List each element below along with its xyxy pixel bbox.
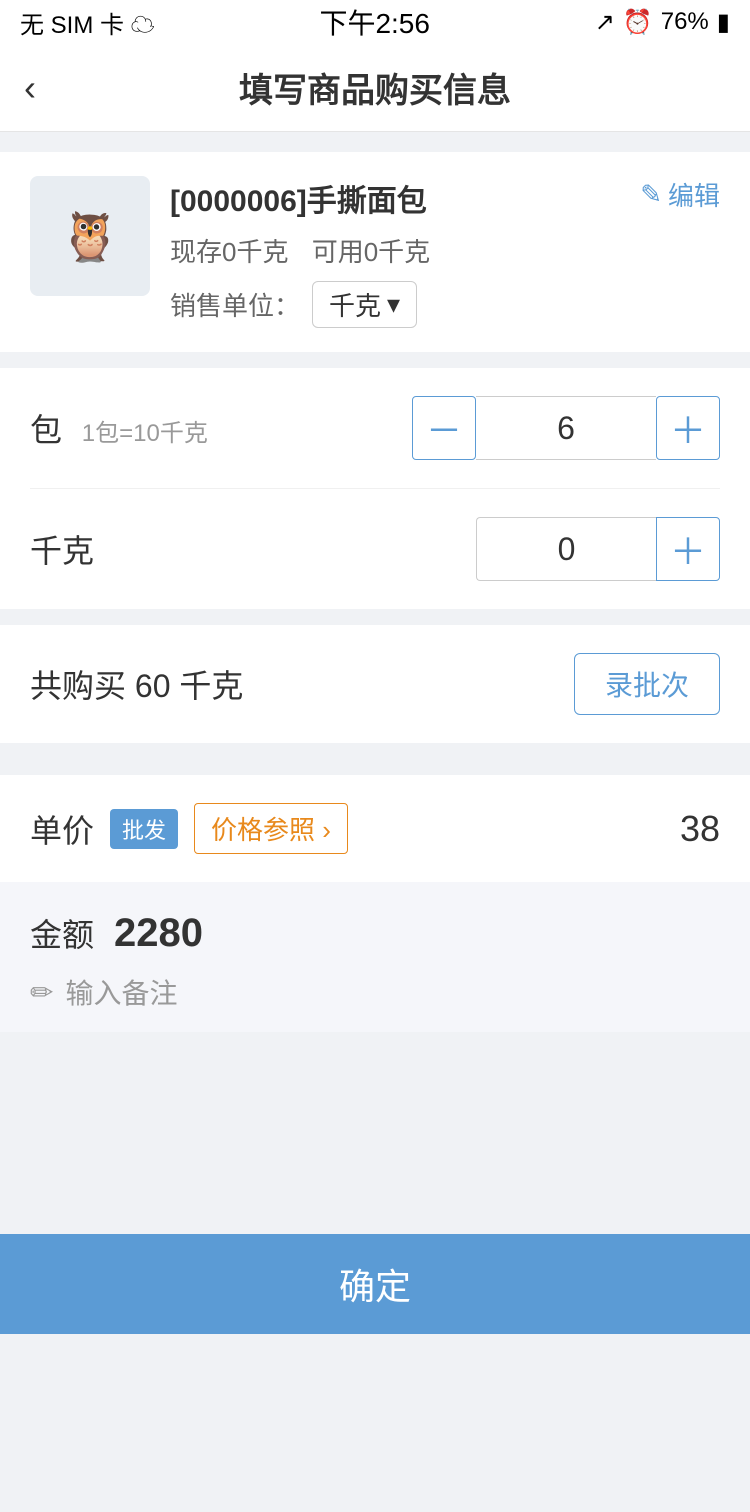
product-image: 🦉 [30,176,150,296]
unit-value: 千克 [329,286,381,323]
edit-button[interactable]: ✎ 编辑 [640,176,720,213]
price-label: 单价 [30,806,94,852]
bao-plus-button[interactable]: ＋ [656,396,720,460]
kg-qty-control: ＋ [476,517,720,581]
status-bar: 无 SIM 卡 ☁ 下午2:56 ↗ ⏰ 76% ▮ [0,0,750,44]
product-name: [0000006]手撕面包 [170,176,720,220]
edit-label: 编辑 [668,176,720,213]
bao-label: 包 [30,412,62,448]
battery-text: 76% [661,8,709,36]
product-info: [0000006]手撕面包 现存0千克 可用0千克 销售单位： 千克 ▾ [170,176,720,328]
kg-quantity-row: 千克 ＋ [30,489,720,609]
empty-space [0,1032,750,1412]
battery-icon: ▮ [717,8,730,37]
available-value: 可用0千克 [312,237,430,267]
remark-icon: ✏ [30,976,53,1009]
batch-button[interactable]: 录批次 [574,653,720,715]
page-title: 填写商品购买信息 [239,63,511,112]
price-section: 单价 批发 价格参照 › 38 [0,775,750,882]
product-thumbnail-icon: 🦉 [60,208,120,265]
amount-section: 金额 2280 ✏ 输入备注 [0,882,750,1032]
bao-label-area: 包 1包=10千克 [30,405,208,451]
remark-label: 输入备注 [65,972,177,1012]
price-badge: 批发 [110,809,178,849]
bao-hint: 1包=10千克 [82,420,208,447]
alarm-icon: ⏰ [623,8,653,37]
kg-qty-input[interactable] [476,517,656,581]
bao-quantity-row: 包 1包=10千克 － ＋ [30,368,720,489]
price-row: 单价 批发 价格参照 › 38 [30,803,720,854]
bao-minus-button[interactable]: － [412,396,476,460]
status-left: 无 SIM 卡 ☁ [20,5,155,40]
price-value: 38 [680,808,720,850]
bao-qty-control: － ＋ [412,396,720,460]
confirm-button[interactable]: 确定 [0,1234,750,1334]
nav-bar: ‹ 填写商品购买信息 [0,44,750,132]
dropdown-icon: ▾ [387,289,400,320]
quantity-section: 包 1包=10千克 － ＋ 千克 ＋ [0,368,750,609]
amount-row: 金额 2280 [30,910,720,956]
product-stock: 现存0千克 可用0千克 [170,232,720,269]
price-ref-button[interactable]: 价格参照 › [194,803,348,854]
kg-plus-button[interactable]: ＋ [656,517,720,581]
amount-label: 金额 [30,910,94,956]
separator [0,743,750,759]
total-section: 共购买 60 千克 录批次 [0,625,750,743]
sim-status: 无 SIM 卡 ☁ [20,5,155,40]
stock-value: 现存0千克 [170,237,288,267]
unit-select[interactable]: 千克 ▾ [312,281,417,328]
kg-label-area: 千克 [30,526,94,572]
bao-qty-input[interactable] [476,396,656,460]
kg-label: 千克 [30,533,94,569]
total-text: 共购买 60 千克 [30,661,243,707]
unit-label: 销售单位： [170,286,300,323]
remark-row[interactable]: ✏ 输入备注 [30,972,720,1012]
amount-value: 2280 [114,911,203,956]
status-right: ↗ ⏰ 76% ▮ [595,8,730,37]
edit-icon: ✎ [640,179,662,210]
back-button[interactable]: ‹ [24,67,36,109]
location-icon: ↗ [595,8,615,37]
product-unit-row: 销售单位： 千克 ▾ [170,281,720,328]
product-card: 🦉 [0000006]手撕面包 现存0千克 可用0千克 销售单位： 千克 ▾ ✎… [0,152,750,352]
status-time: 下午2:56 [319,2,430,42]
